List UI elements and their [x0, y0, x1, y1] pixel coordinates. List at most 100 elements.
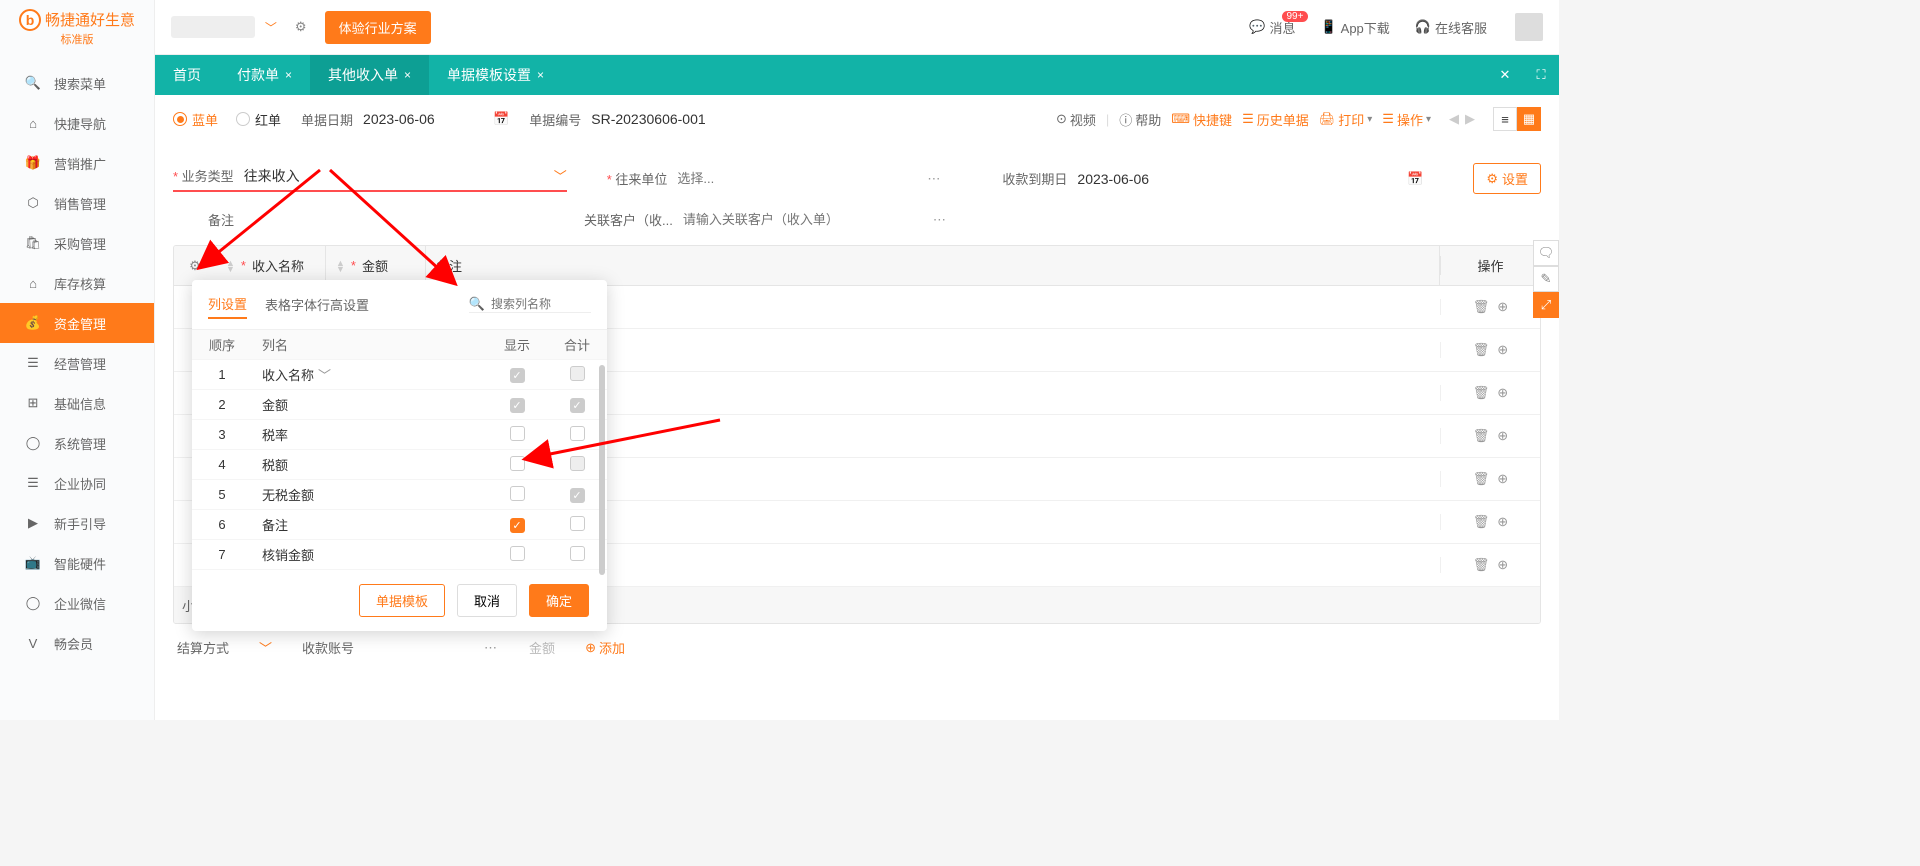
calendar-icon[interactable]: 📅 [493, 111, 509, 127]
account-more-icon[interactable]: ⋯ [484, 640, 499, 656]
add-settlement-button[interactable]: ⊕添加 [585, 638, 625, 657]
customer-input[interactable] [683, 212, 923, 228]
bill-date-value[interactable]: 2023-06-06 [363, 111, 483, 127]
copy-icon[interactable]: ⊕ [1497, 428, 1508, 444]
view-detail-icon[interactable]: ▦ [1517, 107, 1541, 131]
popup-tab-columns[interactable]: 列设置 [208, 290, 247, 319]
checkbox[interactable] [570, 426, 585, 441]
delete-icon[interactable]: 🗑 [1473, 299, 1490, 315]
float-expand-icon[interactable]: ⤢ [1533, 292, 1559, 318]
popup-scrollbar[interactable] [599, 365, 605, 575]
confirm-button[interactable]: 确定 [529, 584, 589, 617]
copy-icon[interactable]: ⊕ [1497, 385, 1508, 401]
tab[interactable]: 其他收入单× [310, 55, 429, 95]
due-date-field[interactable]: 收款到期日 2023-06-06 📅 [1002, 169, 1423, 188]
view-list-icon[interactable]: ≡ [1493, 107, 1517, 131]
customer-field[interactable]: 关联客户（收... ⋯ [584, 210, 948, 229]
next-icon[interactable]: ▶ [1465, 111, 1475, 127]
delete-icon[interactable]: 🗑 [1473, 471, 1490, 487]
chevron-down-icon[interactable]: ﹀ [554, 166, 567, 185]
delete-icon[interactable]: 🗑 [1473, 514, 1490, 530]
tab[interactable]: 首页 [155, 55, 219, 95]
copy-icon[interactable]: ⊕ [1497, 557, 1508, 573]
unit-input[interactable] [677, 171, 917, 187]
checkbox[interactable] [510, 546, 525, 561]
sidebar-item-cart[interactable]: 🛍采购管理 [0, 223, 154, 263]
history-link[interactable]: ☰历史单据 [1242, 110, 1309, 129]
copy-icon[interactable]: ⊕ [1497, 299, 1508, 315]
delete-icon[interactable]: 🗑 [1473, 428, 1490, 444]
delete-icon[interactable]: 🗑 [1473, 342, 1490, 358]
sidebar-item-chart[interactable]: ☰经营管理 [0, 343, 154, 383]
checkbox[interactable] [510, 486, 525, 501]
sidebar-item-hw[interactable]: 📺智能硬件 [0, 543, 154, 583]
unit-field[interactable]: 往来单位 ⋯ [607, 169, 943, 188]
close-icon[interactable]: × [285, 68, 292, 82]
close-icon[interactable]: × [404, 68, 411, 82]
checkbox[interactable] [570, 546, 585, 561]
popup-tab-font[interactable]: 表格字体行高设置 [265, 291, 369, 318]
sidebar-item-guide[interactable]: ▶新手引导 [0, 503, 154, 543]
operate-link[interactable]: ☰操作▾ [1382, 110, 1431, 129]
delete-icon[interactable]: 🗑 [1473, 557, 1490, 573]
tab-fullscreen-icon[interactable]: ⛶ [1523, 67, 1559, 83]
sidebar-item-home[interactable]: ⌂快捷导航 [0, 103, 154, 143]
unit-more-icon[interactable]: ⋯ [927, 171, 942, 187]
org-dropdown-icon[interactable]: ﹀ [265, 19, 277, 36]
biz-type-field[interactable]: 业务类型 往来收入 ﹀ [173, 166, 567, 192]
sidebar-item-team[interactable]: ☰企业协同 [0, 463, 154, 503]
trial-plan-button[interactable]: 体验行业方案 [325, 11, 431, 44]
checkbox[interactable] [510, 426, 525, 441]
sidebar-item-money[interactable]: 💰资金管理 [0, 303, 154, 343]
popup-search-input[interactable] [491, 297, 591, 311]
video-link[interactable]: ⊙视频 [1056, 110, 1096, 129]
tab[interactable]: 付款单× [219, 55, 310, 95]
settle-method-field[interactable]: 结算方式 ﹀ [177, 638, 272, 657]
avatar[interactable] [1515, 13, 1543, 41]
hotkey-link[interactable]: ⌨快捷键 [1171, 110, 1232, 129]
calendar-icon[interactable]: 📅 [1407, 171, 1423, 187]
print-link[interactable]: 🖨打印▾ [1319, 110, 1373, 129]
remark-field[interactable]: 备注 [173, 210, 544, 229]
popup-search[interactable]: 🔍 [469, 296, 591, 313]
radio-blue[interactable]: 蓝单 [173, 110, 218, 129]
close-icon[interactable]: × [537, 68, 544, 82]
checkbox[interactable] [510, 456, 525, 471]
copy-icon[interactable]: ⊕ [1497, 514, 1508, 530]
sidebar-item-wechat[interactable]: ◯企业微信 [0, 583, 154, 623]
help-link[interactable]: ⓘ帮助 [1119, 110, 1161, 129]
chevron-down-icon[interactable]: ﹀ [259, 638, 272, 657]
grid-settings-icon[interactable]: ⚙ [174, 258, 216, 274]
settings-gear-icon[interactable]: ⚙ [295, 19, 307, 35]
settings-button[interactable]: ⚙设置 [1473, 163, 1541, 194]
checkbox[interactable] [570, 516, 585, 531]
chevron-down-icon[interactable]: ﹀ [318, 365, 331, 384]
amount-field[interactable]: 金额 [529, 638, 555, 657]
tab[interactable]: 单据模板设置× [429, 55, 562, 95]
radio-red[interactable]: 红单 [236, 110, 281, 129]
prev-icon[interactable]: ◀ [1449, 111, 1459, 127]
sidebar-item-vip[interactable]: V畅会员 [0, 623, 154, 663]
float-note-icon[interactable]: 🗨 [1533, 240, 1559, 266]
account-field[interactable]: 收款账号 ⋯ [302, 638, 499, 657]
sidebar-item-gift[interactable]: 🎁营销推广 [0, 143, 154, 183]
customer-more-icon[interactable]: ⋯ [933, 212, 948, 228]
due-date-label: 收款到期日 [1002, 169, 1067, 188]
messages-link[interactable]: 💬 消息 99+ [1249, 18, 1295, 37]
sidebar-item-search[interactable]: 🔍搜索菜单 [0, 63, 154, 103]
sidebar-item-box[interactable]: ⌂库存核算 [0, 263, 154, 303]
tab-close-all-icon[interactable]: ✕ [1487, 67, 1523, 83]
remark-input[interactable] [244, 212, 544, 228]
online-service-link[interactable]: 🎧 在线客服 [1415, 18, 1487, 37]
sidebar-item-tag[interactable]: ⬡销售管理 [0, 183, 154, 223]
sidebar-item-db[interactable]: ⊞基础信息 [0, 383, 154, 423]
copy-icon[interactable]: ⊕ [1497, 342, 1508, 358]
cancel-button[interactable]: 取消 [457, 584, 517, 617]
sidebar-item-sys[interactable]: ◯系统管理 [0, 423, 154, 463]
copy-icon[interactable]: ⊕ [1497, 471, 1508, 487]
checkbox[interactable] [510, 518, 525, 533]
app-download-link[interactable]: 📱 App下载 [1320, 18, 1389, 37]
float-edit-icon[interactable]: ✎ [1533, 266, 1559, 292]
delete-icon[interactable]: 🗑 [1473, 385, 1490, 401]
template-button[interactable]: 单据模板 [359, 584, 445, 617]
